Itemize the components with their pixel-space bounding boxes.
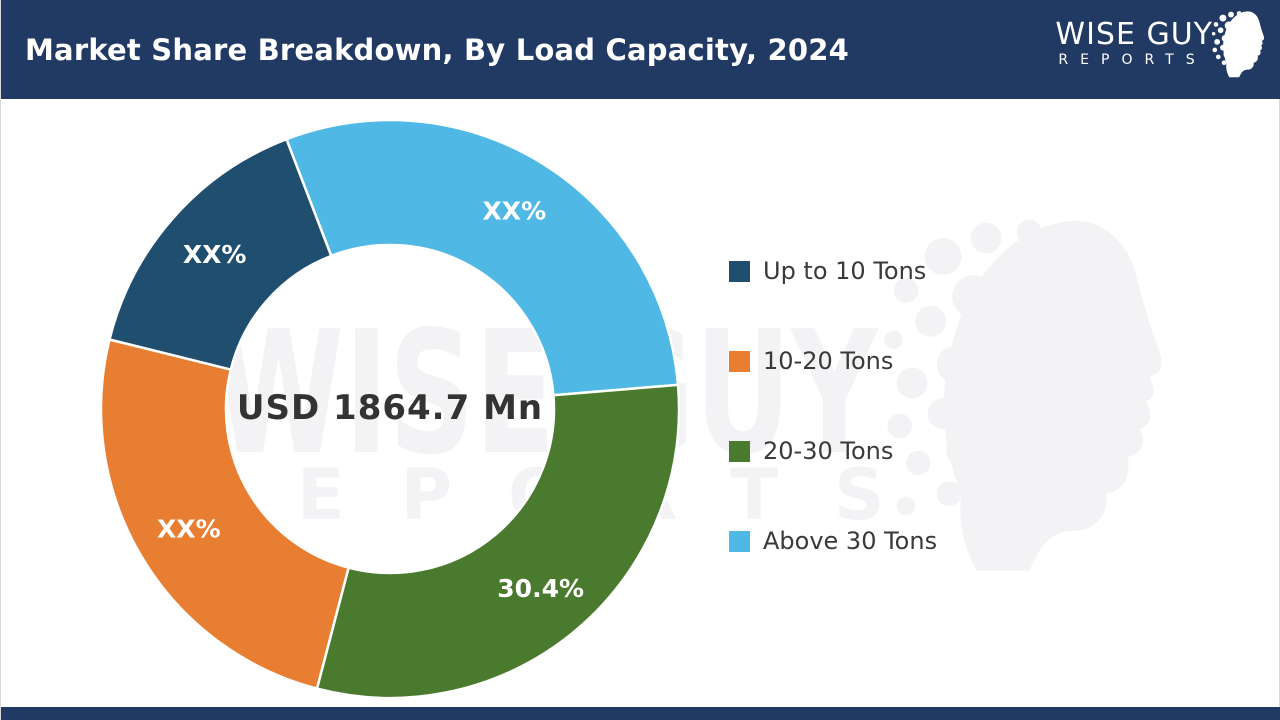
brand-subtitle: REPORTS	[1058, 52, 1207, 68]
footer-bar	[1, 707, 1280, 720]
legend-swatch	[729, 260, 750, 282]
donut-slice	[285, 119, 680, 397]
legend-swatch	[729, 530, 750, 552]
slice-value-label: XX%	[183, 240, 247, 269]
brand-name: WISE GUY	[1055, 17, 1213, 52]
legend-swatch	[729, 440, 750, 462]
legend-item: Up to 10 Tons	[729, 257, 937, 285]
slice-value-label: XX%	[157, 514, 221, 543]
legend-label: 10-20 Tons	[763, 347, 894, 375]
chart-center-value: USD 1864.7 Mn	[236, 388, 544, 428]
donut-slice	[315, 383, 680, 699]
slice-value-label: 30.4%	[497, 574, 584, 603]
legend-item: 10-20 Tons	[729, 347, 937, 375]
legend-item: Above 30 Tons	[729, 527, 938, 555]
chart-legend: Up to 10 Tons 10-20 Tons 20-30 Tons Above 3…	[729, 257, 938, 618]
slice-value-label: XX%	[483, 197, 547, 226]
legend-label: 20-30 Tons	[763, 437, 894, 465]
legend-item: 20-30 Tons	[729, 437, 937, 465]
legend-label: Up to 10 Tons	[763, 257, 927, 285]
report-image-page: WISE GUY REPORTS XX% 30.4% XX% XX% USD 1864…	[0, 0, 1280, 720]
header-bar: Market Share Breakdown, By Load Capacity…	[1, 0, 1280, 99]
page-title: Market Share Breakdown, By Load Capacity…	[25, 32, 849, 67]
legend-swatch	[729, 350, 750, 372]
brand-face-icon	[1211, 11, 1265, 78]
brand-logo: WISE GUY REPORTS	[1055, 8, 1267, 78]
legend-label: Above 30 Tons	[763, 527, 938, 555]
